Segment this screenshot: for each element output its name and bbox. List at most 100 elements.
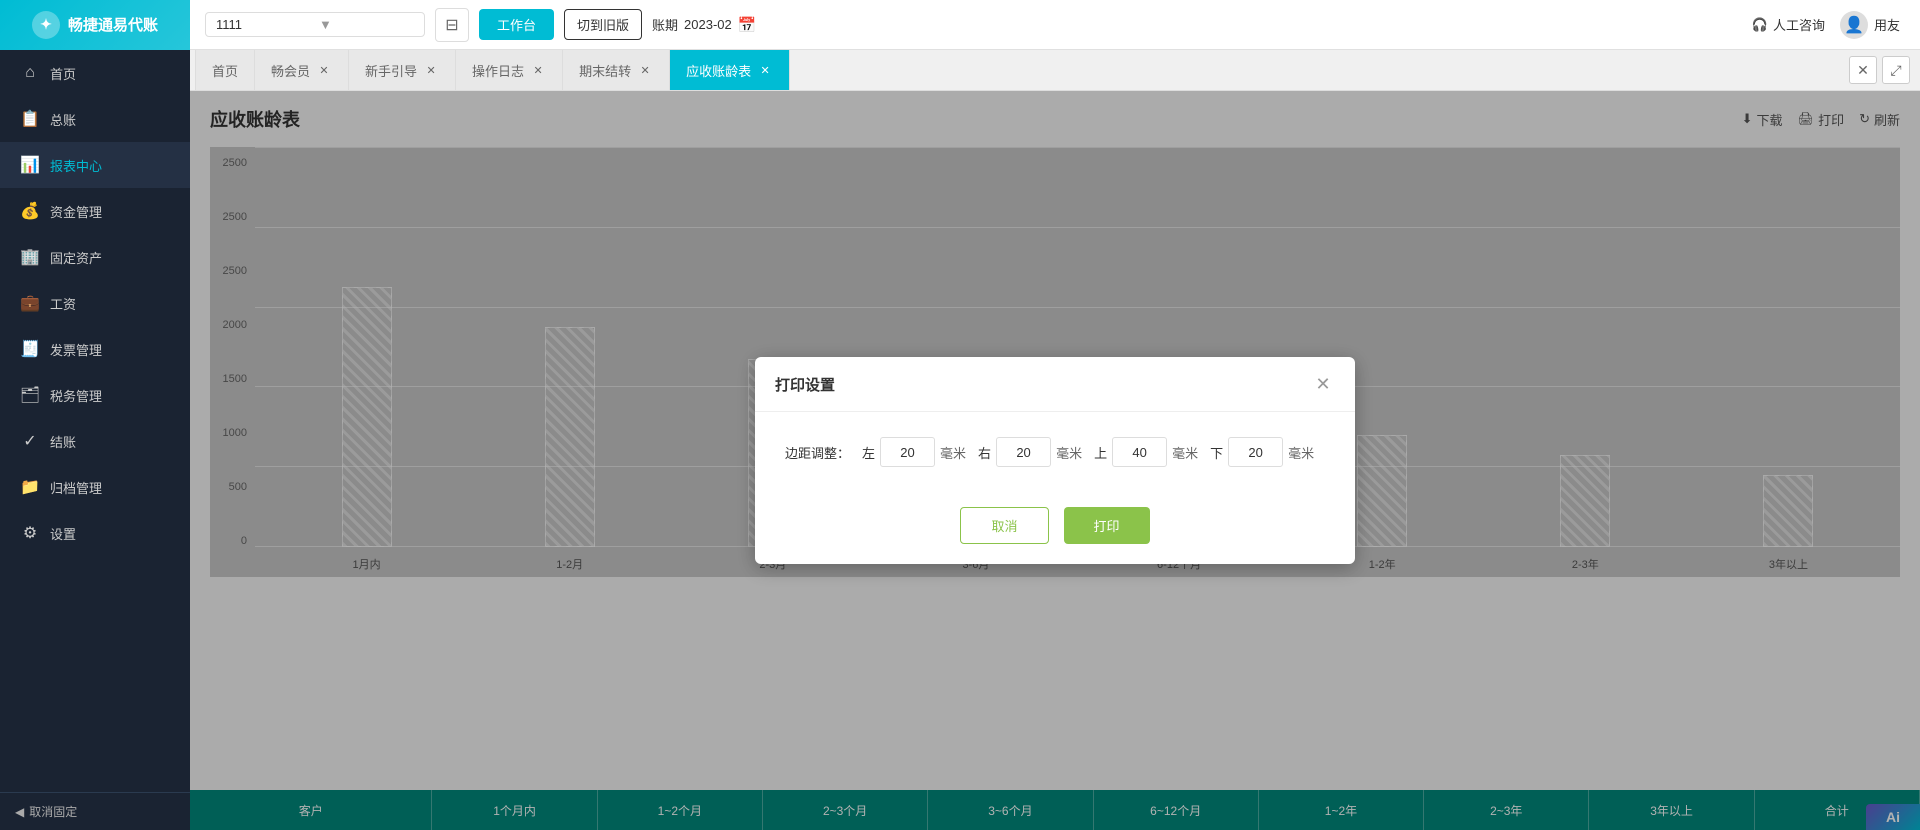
tab-label: 操作日志 xyxy=(472,61,524,80)
copy-icon-button[interactable]: ⊟ xyxy=(435,8,469,42)
bottom-margin-input[interactable] xyxy=(1228,437,1283,467)
top-direction-label: 上 xyxy=(1094,443,1107,462)
tab-ar-aging[interactable]: 应收账龄表 ✕ xyxy=(670,50,790,90)
sidebar: ⌂ 首页 📋 总账 📊 报表中心 💰 资金管理 🏢 固定资产 💼 工资 xyxy=(0,50,190,830)
margin-right-group: 右 毫米 xyxy=(978,437,1082,467)
company-name: 1111 xyxy=(216,17,311,32)
sidebar-item-reports[interactable]: 📊 报表中心 xyxy=(0,142,190,188)
tab-period-close[interactable]: 期末结转 ✕ xyxy=(563,50,670,90)
top-header: ✦ 畅捷通易代账 1111 ▼ ⊟ 工作台 切到旧版 账期 2023-02 📅 … xyxy=(0,0,1920,50)
sidebar-item-tax[interactable]: 🗂 税务管理 xyxy=(0,372,190,418)
tab-label: 期末结转 xyxy=(579,61,631,80)
switch-version-button[interactable]: 切到旧版 xyxy=(564,9,642,40)
tabs-right: ✕ ⤢ xyxy=(1849,56,1915,84)
left-margin-input[interactable] xyxy=(880,437,935,467)
sidebar-item-label: 首页 xyxy=(50,64,76,83)
sidebar-item-label: 结账 xyxy=(50,432,76,451)
home-icon: ⌂ xyxy=(20,63,40,83)
period-area: 账期 2023-02 📅 xyxy=(652,15,756,34)
main-layout: ⌂ 首页 📋 总账 📊 报表中心 💰 资金管理 🏢 固定资产 💼 工资 xyxy=(0,50,1920,830)
margin-bottom-group: 下 毫米 xyxy=(1210,437,1314,467)
dialog-overlay: 打印设置 ✕ 边距调整： 左 毫米 右 xyxy=(190,91,1920,830)
headset-icon: 🎧 xyxy=(1752,17,1768,33)
page-content: 应收账龄表 ⬇ 下载 🖨 打印 ↻ 刷新 xyxy=(190,91,1920,830)
calendar-icon[interactable]: 📅 xyxy=(738,16,757,34)
chevron-down-icon: ▼ xyxy=(319,17,414,32)
tab-member[interactable]: 畅会员 ✕ xyxy=(255,50,349,90)
margin-top-group: 上 毫米 xyxy=(1094,437,1198,467)
dialog-footer: 取消 打印 xyxy=(755,492,1355,564)
margin-label: 边距调整： xyxy=(785,443,850,462)
sidebar-item-label: 资金管理 xyxy=(50,202,102,221)
print-settings-dialog: 打印设置 ✕ 边距调整： 左 毫米 右 xyxy=(755,357,1355,564)
sidebar-item-settlement[interactable]: ✓ 结账 xyxy=(0,418,190,464)
sidebar-item-home[interactable]: ⌂ 首页 xyxy=(0,50,190,96)
tab-label: 新手引导 xyxy=(365,61,417,80)
tab-label: 畅会员 xyxy=(271,61,310,80)
header-middle: 1111 ▼ ⊟ 工作台 切到旧版 账期 2023-02 📅 xyxy=(190,8,1752,42)
sidebar-item-archive[interactable]: 📁 归档管理 xyxy=(0,464,190,510)
user-area[interactable]: 👤 用友 xyxy=(1840,11,1900,39)
confirm-print-button[interactable]: 打印 xyxy=(1064,507,1150,544)
top-margin-input[interactable] xyxy=(1112,437,1167,467)
margin-left-group: 左 毫米 xyxy=(862,437,966,467)
tab-label: 应收账龄表 xyxy=(686,61,751,80)
company-selector[interactable]: 1111 ▼ xyxy=(205,12,425,37)
tab-oplog[interactable]: 操作日志 ✕ xyxy=(456,50,563,90)
left-unit-label: 毫米 xyxy=(940,443,966,462)
sidebar-item-payroll[interactable]: 💼 工资 xyxy=(0,280,190,326)
tax-icon: 🗂 xyxy=(20,385,40,405)
right-margin-input[interactable] xyxy=(996,437,1051,467)
sidebar-item-label: 工资 xyxy=(50,294,76,313)
logo-icon: ✦ xyxy=(32,11,60,39)
logo-text: 畅捷通易代账 xyxy=(68,14,158,35)
workbench-button[interactable]: 工作台 xyxy=(479,9,554,40)
bottom-unit-label: 毫米 xyxy=(1288,443,1314,462)
support-button[interactable]: 🎧 人工咨询 xyxy=(1752,15,1825,34)
sidebar-item-label: 报表中心 xyxy=(50,156,102,175)
cancel-button[interactable]: 取消 xyxy=(960,507,1048,544)
tab-guide[interactable]: 新手引导 ✕ xyxy=(349,50,456,90)
tabs-bar: 首页 畅会员 ✕ 新手引导 ✕ 操作日志 ✕ 期末结转 ✕ 应收账龄表 ✕ xyxy=(190,50,1920,91)
tab-label: 首页 xyxy=(212,61,238,80)
sidebar-item-funds[interactable]: 💰 资金管理 xyxy=(0,188,190,234)
dialog-title: 打印设置 xyxy=(775,374,835,395)
sidebar-scroll: ⌂ 首页 📋 总账 📊 报表中心 💰 资金管理 🏢 固定资产 💼 工资 xyxy=(0,50,190,792)
sidebar-item-invoice[interactable]: 🧾 发票管理 xyxy=(0,326,190,372)
sidebar-item-label: 发票管理 xyxy=(50,340,102,359)
sidebar-item-label: 总账 xyxy=(50,110,76,129)
sidebar-item-label: 归档管理 xyxy=(50,478,102,497)
dialog-body: 边距调整： 左 毫米 右 毫米 xyxy=(755,412,1355,492)
tab-close-icon[interactable]: ✕ xyxy=(530,62,546,78)
support-label: 人工咨询 xyxy=(1773,15,1825,34)
period-value: 2023-02 xyxy=(684,17,732,32)
tab-home[interactable]: 首页 xyxy=(195,50,255,90)
top-unit-label: 毫米 xyxy=(1172,443,1198,462)
left-direction-label: 左 xyxy=(862,443,875,462)
bottom-direction-label: 下 xyxy=(1210,443,1223,462)
sidebar-item-label: 固定资产 xyxy=(50,248,102,267)
tab-close-icon[interactable]: ✕ xyxy=(316,62,332,78)
collapse-label: 取消固定 xyxy=(29,803,77,820)
sidebar-item-ledger[interactable]: 📋 总账 xyxy=(0,96,190,142)
tab-close-button[interactable]: ✕ xyxy=(1849,56,1877,84)
dialog-close-button[interactable]: ✕ xyxy=(1311,372,1335,396)
tab-close-icon[interactable]: ✕ xyxy=(423,62,439,78)
avatar: 👤 xyxy=(1840,11,1868,39)
header-right: 🎧 人工咨询 👤 用友 xyxy=(1752,11,1920,39)
payroll-icon: 💼 xyxy=(20,293,40,313)
tab-expand-button[interactable]: ⤢ xyxy=(1882,56,1910,84)
content-area: 首页 畅会员 ✕ 新手引导 ✕ 操作日志 ✕ 期末结转 ✕ 应收账龄表 ✕ xyxy=(190,50,1920,830)
gear-icon: ⚙ xyxy=(20,523,40,543)
sidebar-collapse-button[interactable]: ◀ 取消固定 xyxy=(0,792,190,830)
tab-close-icon[interactable]: ✕ xyxy=(757,62,773,78)
right-unit-label: 毫米 xyxy=(1056,443,1082,462)
sidebar-item-settings[interactable]: ⚙ 设置 xyxy=(0,510,190,556)
ledger-icon: 📋 xyxy=(20,109,40,129)
invoice-icon: 🧾 xyxy=(20,339,40,359)
right-direction-label: 右 xyxy=(978,443,991,462)
tab-close-icon[interactable]: ✕ xyxy=(637,62,653,78)
report-icon: 📊 xyxy=(20,155,40,175)
sidebar-item-fixed-assets[interactable]: 🏢 固定资产 xyxy=(0,234,190,280)
period-label: 账期 xyxy=(652,15,678,34)
